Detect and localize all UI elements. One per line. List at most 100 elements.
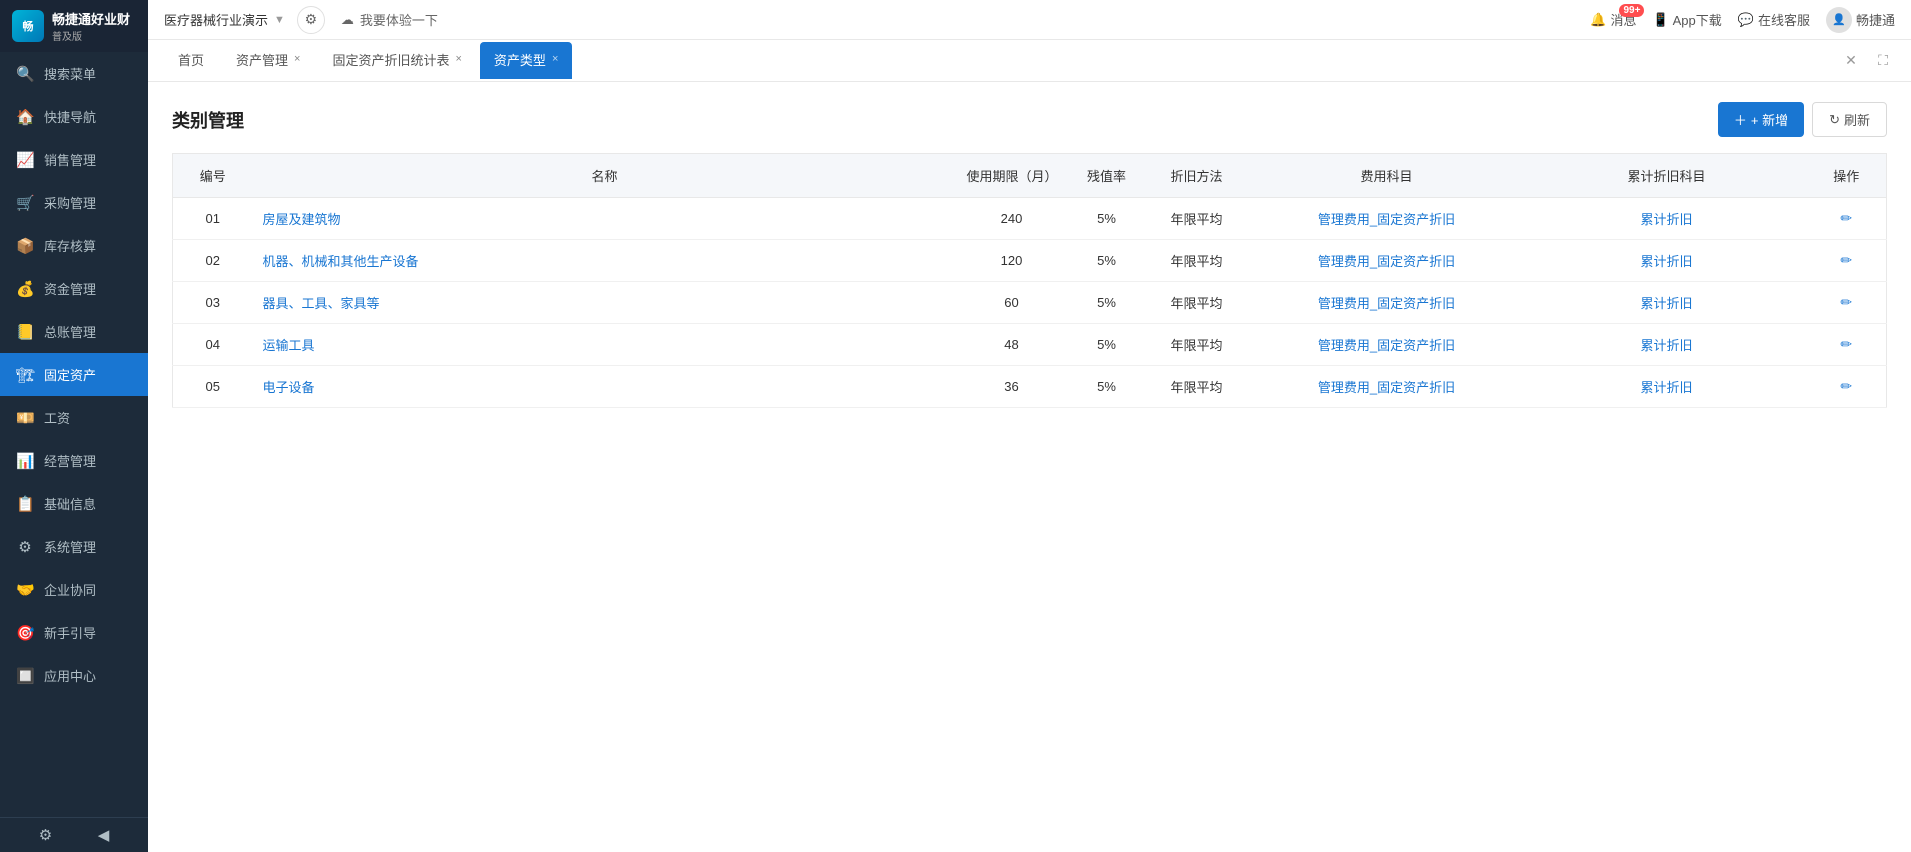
ledger-icon: 📒	[16, 323, 34, 341]
cell-name: 运输工具	[253, 324, 957, 366]
company-selector[interactable]: 医疗器械行业演示 ▼	[164, 10, 285, 29]
settings-button[interactable]: ⚙	[39, 826, 52, 844]
page-content: 类别管理 ＋ + 新增 ↻ 刷新 编号 名称 使用期限（月） 残值率	[148, 82, 1911, 852]
topbar: 医疗器械行业演示 ▼ ⚙ ☁ 我要体验一下 🔔 消息 99+ 📱 App下载 💬…	[148, 0, 1911, 40]
tab-depreciation-report[interactable]: 固定资产折旧统计表 ×	[318, 42, 475, 79]
cell-action: ✏	[1807, 282, 1887, 324]
tab-asset-type[interactable]: 资产类型 ×	[480, 42, 572, 79]
sidebar-item-system[interactable]: ⚙ 系统管理	[0, 525, 148, 568]
collab-icon: 🤝	[16, 581, 34, 599]
maximize-tab-button[interactable]: ⛶	[1871, 49, 1895, 73]
sidebar-item-quicknav[interactable]: 🏠 快捷导航	[0, 95, 148, 138]
home-icon: 🏠	[16, 108, 34, 126]
page-header: 类别管理 ＋ + 新增 ↻ 刷新	[172, 102, 1887, 137]
cell-residual: 5%	[1067, 324, 1147, 366]
tab-asset-management[interactable]: 资产管理 ×	[222, 42, 314, 79]
cell-name: 器具、工具、家具等	[253, 282, 957, 324]
sidebar-item-collab[interactable]: 🤝 企业协同	[0, 568, 148, 611]
sidebar-footer: ⚙ ◀	[0, 817, 148, 852]
table-row: 03 器具、工具、家具等 60 5% 年限平均 管理费用_固定资产折旧 累计折旧…	[173, 282, 1887, 324]
bell-icon: 🔔	[1590, 12, 1606, 28]
sidebar-item-finance[interactable]: 💰 资金管理	[0, 267, 148, 310]
notifications-button[interactable]: 🔔 消息 99+	[1590, 10, 1636, 29]
cell-name: 房屋及建筑物	[253, 198, 957, 240]
edit-button[interactable]: ✏	[1840, 378, 1852, 394]
collapse-button[interactable]: ◀	[98, 826, 110, 844]
sidebar-item-fixed-assets[interactable]: 🏗 固定资产	[0, 353, 148, 396]
experience-button[interactable]: ☁ 我要体验一下	[341, 10, 438, 29]
app-download-button[interactable]: 📱 App下载	[1652, 10, 1721, 29]
sidebar-item-operations[interactable]: 📊 经营管理	[0, 439, 148, 482]
payroll-icon: 💴	[16, 409, 34, 427]
cell-method: 年限平均	[1147, 282, 1247, 324]
cell-expense: 管理费用_固定资产折旧	[1247, 324, 1527, 366]
topbar-right-actions: 🔔 消息 99+ 📱 App下载 💬 在线客服 👤 畅捷通	[1590, 7, 1895, 33]
cell-id: 01	[173, 198, 253, 240]
sales-icon: 📈	[16, 151, 34, 169]
refresh-icon: ↻	[1829, 112, 1840, 128]
sidebar-item-base-info[interactable]: 📋 基础信息	[0, 482, 148, 525]
cell-expense: 管理费用_固定资产折旧	[1247, 282, 1527, 324]
cell-method: 年限平均	[1147, 366, 1247, 408]
search-icon: 🔍	[16, 65, 34, 83]
tab-home[interactable]: 首页	[164, 42, 218, 79]
close-icon[interactable]: ×	[294, 54, 300, 65]
service-icon: 💬	[1738, 12, 1754, 28]
cell-period: 120	[957, 240, 1067, 282]
close-icon[interactable]: ×	[552, 54, 558, 65]
sidebar-item-inventory[interactable]: 📦 库存核算	[0, 224, 148, 267]
edit-button[interactable]: ✏	[1840, 294, 1852, 310]
cell-id: 04	[173, 324, 253, 366]
topbar-settings-button[interactable]: ⚙	[297, 6, 325, 34]
cell-residual: 5%	[1067, 366, 1147, 408]
col-header-period: 使用期限（月）	[957, 154, 1067, 198]
system-icon: ⚙	[16, 538, 34, 556]
edit-button[interactable]: ✏	[1840, 210, 1852, 226]
cell-residual: 5%	[1067, 240, 1147, 282]
table-row: 02 机器、机械和其他生产设备 120 5% 年限平均 管理费用_固定资产折旧 …	[173, 240, 1887, 282]
cloud-icon: ☁	[341, 12, 354, 28]
sidebar-nav: 🔍 搜索菜单 🏠 快捷导航 📈 销售管理 🛒 采购管理 📦 库存核算 💰 资金管…	[0, 52, 148, 817]
table-row: 01 房屋及建筑物 240 5% 年限平均 管理费用_固定资产折旧 累计折旧 ✏	[173, 198, 1887, 240]
close-icon[interactable]: ×	[455, 54, 461, 65]
sidebar-logo: 畅 畅捷通好业财 普及版	[0, 0, 148, 52]
cell-period: 48	[957, 324, 1067, 366]
edit-button[interactable]: ✏	[1840, 336, 1852, 352]
sidebar-item-app-center[interactable]: 🔲 应用中心	[0, 654, 148, 697]
col-header-name: 名称	[253, 154, 957, 198]
finance-icon: 💰	[16, 280, 34, 298]
cell-action: ✏	[1807, 366, 1887, 408]
base-info-icon: 📋	[16, 495, 34, 513]
sidebar: 畅 畅捷通好业财 普及版 🔍 搜索菜单 🏠 快捷导航 📈 销售管理 🛒 采购管理…	[0, 0, 148, 852]
table-row: 04 运输工具 48 5% 年限平均 管理费用_固定资产折旧 累计折旧 ✏	[173, 324, 1887, 366]
sidebar-item-purchase[interactable]: 🛒 采购管理	[0, 181, 148, 224]
refresh-button[interactable]: ↻ 刷新	[1812, 102, 1887, 137]
customer-service-button[interactable]: 💬 在线客服	[1738, 10, 1810, 29]
cell-residual: 5%	[1067, 282, 1147, 324]
edit-button[interactable]: ✏	[1840, 252, 1852, 268]
cell-accum: 累计折旧	[1527, 240, 1807, 282]
cell-name: 电子设备	[253, 366, 957, 408]
app-logo-text: 畅捷通好业财 普及版	[52, 9, 130, 43]
inventory-icon: 📦	[16, 237, 34, 255]
table-body: 01 房屋及建筑物 240 5% 年限平均 管理费用_固定资产折旧 累计折旧 ✏…	[173, 198, 1887, 408]
sidebar-item-search[interactable]: 🔍 搜索菜单	[0, 52, 148, 95]
cell-accum: 累计折旧	[1527, 324, 1807, 366]
sidebar-item-sales[interactable]: 📈 销售管理	[0, 138, 148, 181]
cell-action: ✏	[1807, 198, 1887, 240]
close-tab-button[interactable]: ✕	[1839, 49, 1863, 73]
operations-icon: 📊	[16, 452, 34, 470]
sidebar-item-ledger[interactable]: 📒 总账管理	[0, 310, 148, 353]
cell-name: 机器、机械和其他生产设备	[253, 240, 957, 282]
col-header-method: 折旧方法	[1147, 154, 1247, 198]
tabs-right-actions: ✕ ⛶	[1839, 49, 1895, 73]
col-header-action: 操作	[1807, 154, 1887, 198]
new-button[interactable]: ＋ + 新增	[1718, 102, 1804, 137]
table-row: 05 电子设备 36 5% 年限平均 管理费用_固定资产折旧 累计折旧 ✏	[173, 366, 1887, 408]
sidebar-item-guide[interactable]: 🎯 新手引导	[0, 611, 148, 654]
app-logo-icon: 畅	[12, 10, 44, 42]
sidebar-item-payroll[interactable]: 💴 工资	[0, 396, 148, 439]
notification-badge: 99+	[1619, 4, 1644, 17]
user-menu-button[interactable]: 👤 畅捷通	[1826, 7, 1895, 33]
cell-id: 03	[173, 282, 253, 324]
